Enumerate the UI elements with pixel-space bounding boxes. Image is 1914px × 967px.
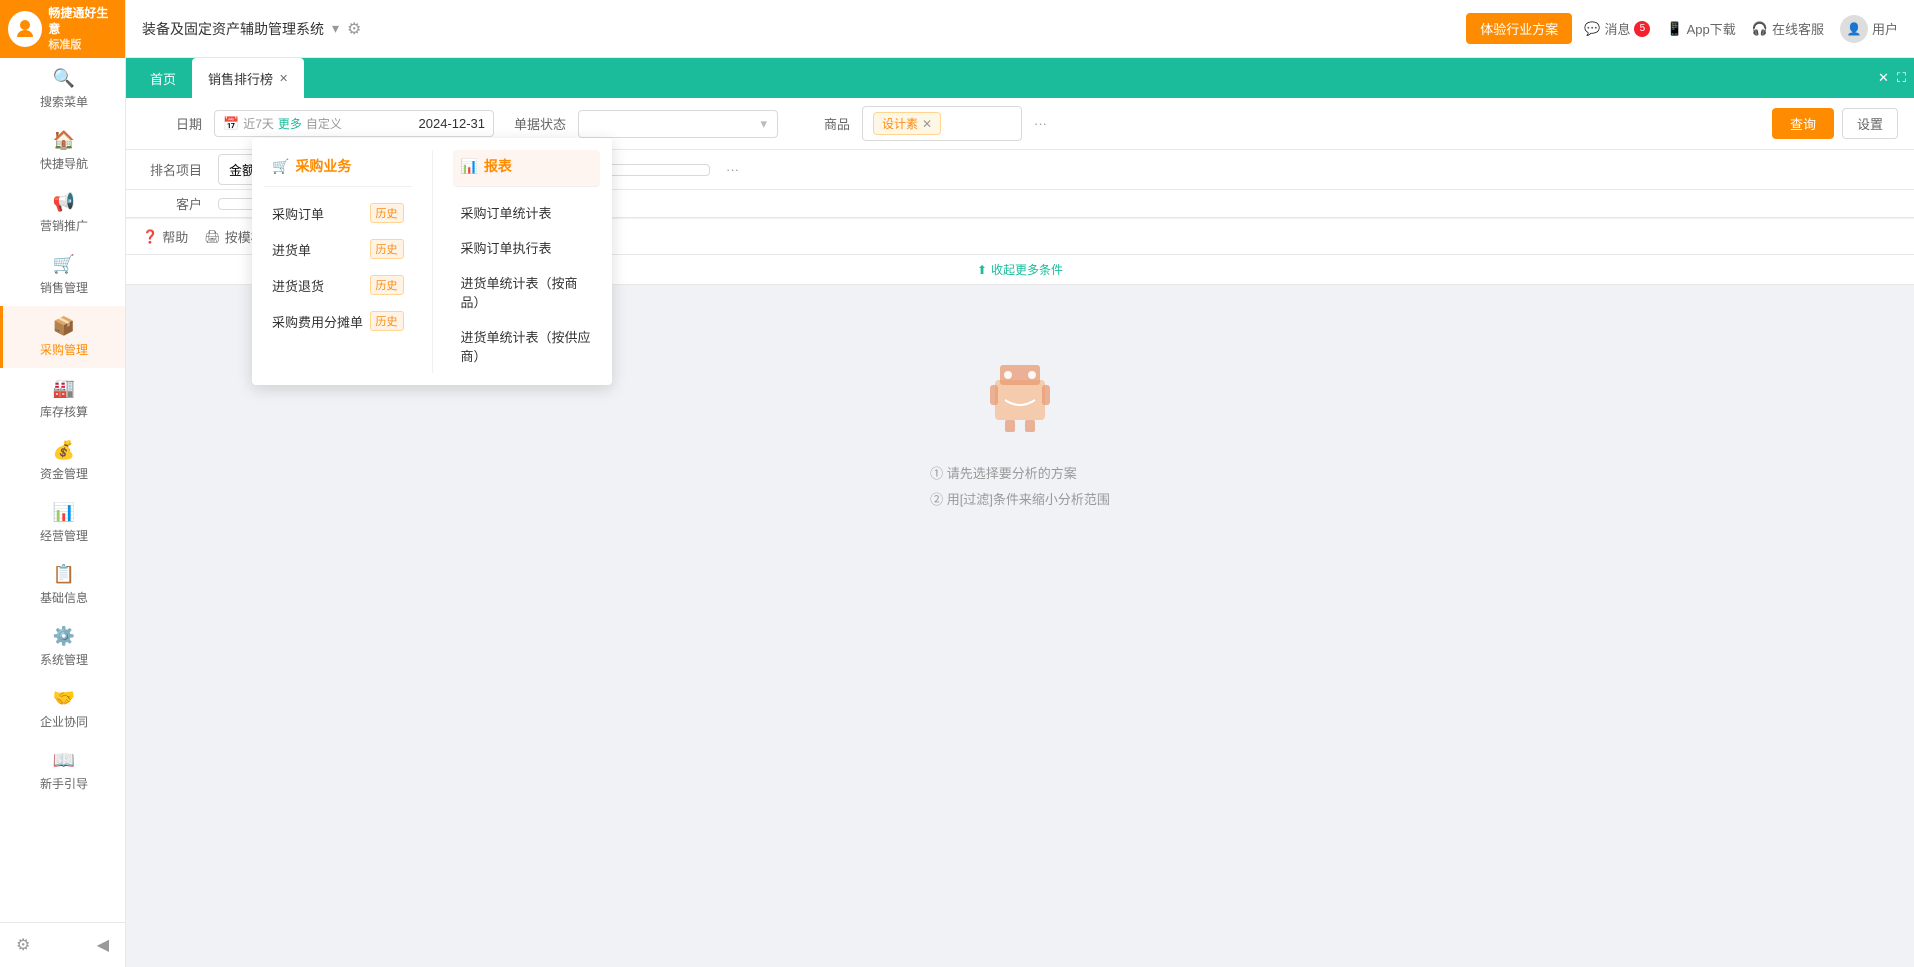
message-icon: 💬: [1584, 21, 1600, 37]
tab-bar: 首页 销售排行榜 ✕ ✕ ⛶: [126, 58, 1914, 98]
marketing-icon: 📢: [53, 192, 75, 213]
incoming-stats-supplier-item[interactable]: 进货单统计表（按供应商）: [453, 319, 601, 373]
settings-icon[interactable]: ⚙: [347, 19, 361, 39]
setting-btn[interactable]: 设置: [1842, 108, 1898, 139]
history-badge-2: 历史: [370, 275, 404, 295]
phone-icon: 📱: [1666, 21, 1682, 37]
sidebar-item-search[interactable]: 🔍 搜索菜单: [0, 58, 125, 120]
sidebar-item-sales[interactable]: 🛒 销售管理: [0, 244, 125, 306]
history-badge-0: 历史: [370, 203, 404, 223]
history-badge-3: 历史: [370, 311, 404, 331]
tab-close-icon[interactable]: ✕: [279, 72, 288, 85]
sidebar-menu: 🔍 搜索菜单 🏠 快捷导航 📢 营销推广 🛒 销售管理 📦 采购管理 🏭 库存核…: [0, 58, 125, 922]
top-bar: 装备及固定资产辅助管理系统 ▾ ⚙ 体验行业方案 💬 消息 5 📱 App下载 …: [126, 0, 1914, 58]
footer-collapse-btn[interactable]: ◀: [97, 935, 109, 955]
purchase-order-item[interactable]: 采购订单 历史: [264, 195, 412, 231]
empty-tips: 请先选择要分析的方案 用[过滤]条件来缩小分析范围: [930, 461, 1110, 513]
goods-tag-close[interactable]: ✕: [922, 117, 932, 131]
collapse-icon: ⬆: [977, 263, 987, 277]
doc-status-select[interactable]: ▾: [578, 110, 778, 138]
purchase-section-header: 🛒 采购业务: [264, 150, 412, 187]
online-service-action[interactable]: 🎧 在线客服: [1752, 19, 1824, 38]
system-icon: ⚙️: [53, 626, 75, 647]
tab-expand-icon[interactable]: ⛶: [1897, 70, 1906, 86]
help-icon: ❓: [142, 229, 158, 245]
sidebar-item-purchase[interactable]: 📦 采购管理: [0, 306, 125, 368]
print-icon: 🖨: [204, 229, 221, 245]
content-area: 日期 📅 近7天 更多 自定义 2024-12-31 单据状态 ▾: [126, 98, 1914, 967]
sidebar-footer: ⚙ ◀: [0, 922, 125, 967]
basic-icon: 📋: [53, 564, 75, 585]
goods-label: 商品: [790, 114, 850, 133]
doc-status-label: 单据状态: [506, 114, 566, 133]
help-btn[interactable]: ❓ 帮助: [142, 227, 188, 246]
inventory-icon: 🏭: [53, 378, 75, 399]
message-action[interactable]: 💬 消息 5: [1584, 19, 1650, 38]
purchase-dropdown-menu: 🛒 采购业务 采购订单 历史 进货单 历史 进货退货 历史: [252, 138, 612, 385]
topbar-actions: 💬 消息 5 📱 App下载 🎧 在线客服 👤 用户: [1584, 15, 1898, 43]
dropdown-col-report: 📊 报表 采购订单统计表 采购订单执行表 进货单统计表（按商品） 进货单统计表（…: [441, 150, 613, 373]
sidebar-item-basic[interactable]: 📋 基础信息: [0, 554, 125, 616]
purchase-icon: 📦: [53, 316, 75, 337]
logo-text: 畅捷通好生意 标准版: [48, 5, 117, 54]
sales-icon: 🛒: [53, 254, 75, 275]
salesman-more-btn[interactable]: ···: [726, 162, 739, 177]
goods-tag: 设计素 ✕: [873, 112, 941, 135]
logo-icon: [8, 11, 42, 47]
industry-btn[interactable]: 体验行业方案: [1466, 13, 1572, 44]
sidebar-item-inventory[interactable]: 🏭 库存核算: [0, 368, 125, 430]
avatar: 👤: [1840, 15, 1868, 43]
tab-close-all-icon[interactable]: ✕: [1878, 70, 1889, 86]
search-btn[interactable]: 查询: [1772, 108, 1834, 139]
search-icon: 🔍: [53, 68, 75, 89]
goods-input[interactable]: 设计素 ✕: [862, 106, 1022, 141]
goods-more-btn[interactable]: ···: [1034, 116, 1047, 131]
customer-label: 客户: [142, 194, 202, 213]
history-badge-1: 历史: [370, 239, 404, 259]
sidebar-item-enterprise[interactable]: 🤝 企业协同: [0, 678, 125, 740]
tab-bar-end: ✕ ⛶: [1878, 70, 1906, 86]
sidebar-item-system[interactable]: ⚙️ 系统管理: [0, 616, 125, 678]
operation-icon: 📊: [53, 502, 75, 523]
filter-main-row: 日期 📅 近7天 更多 自定义 2024-12-31 单据状态 ▾: [142, 106, 1756, 141]
purchase-order-stats-item[interactable]: 采购订单统计表: [453, 195, 601, 230]
sidebar: 畅捷通好生意 标准版 🔍 搜索菜单 🏠 快捷导航 📢 营销推广 🛒 销售管理 📦…: [0, 0, 126, 967]
enterprise-icon: 🤝: [53, 688, 75, 709]
rank-label: 排名项目: [142, 160, 202, 179]
menu-divider: [432, 150, 433, 373]
sidebar-item-quicknav[interactable]: 🏠 快捷导航: [0, 120, 125, 182]
guide-icon: 📖: [53, 750, 75, 771]
report-section-icon: 📊: [461, 158, 478, 175]
date-label: 日期: [142, 114, 202, 133]
title-dropdown-icon[interactable]: ▾: [332, 20, 339, 37]
purchase-section-icon: 🛒: [272, 158, 289, 175]
purchase-cost-item[interactable]: 采购费用分摊单 历史: [264, 303, 412, 339]
dropdown-col-purchase: 🛒 采购业务 采购订单 历史 进货单 历史 进货退货 历史: [252, 150, 424, 373]
sidebar-item-operation[interactable]: 📊 经营管理: [0, 492, 125, 554]
main-content: 装备及固定资产辅助管理系统 ▾ ⚙ 体验行业方案 💬 消息 5 📱 App下载 …: [126, 0, 1914, 967]
home-icon: 🏠: [53, 130, 75, 151]
report-section-header: 📊 报表: [453, 150, 601, 187]
purchase-order-exec-item[interactable]: 采购订单执行表: [453, 230, 601, 265]
system-title: 装备及固定资产辅助管理系统 ▾ ⚙: [142, 19, 1454, 39]
tab-home[interactable]: 首页: [134, 58, 192, 98]
incoming-order-item[interactable]: 进货单 历史: [264, 231, 412, 267]
finance-icon: 💰: [53, 440, 75, 461]
sidebar-item-marketing[interactable]: 📢 营销推广: [0, 182, 125, 244]
app-download-action[interactable]: 📱 App下载: [1666, 19, 1735, 38]
tab-sales-rank[interactable]: 销售排行榜 ✕: [192, 58, 304, 98]
sidebar-logo: 畅捷通好生意 标准版: [0, 0, 125, 58]
sidebar-item-guide[interactable]: 📖 新手引导: [0, 740, 125, 802]
footer-settings-btn[interactable]: ⚙: [16, 935, 30, 955]
dropdown-columns: 🛒 采购业务 采购订单 历史 进货单 历史 进货退货 历史: [252, 150, 612, 373]
user-action[interactable]: 👤 用户: [1840, 15, 1898, 43]
filter-actions: 查询 设置: [1772, 108, 1898, 139]
empty-illustration: [970, 345, 1070, 445]
return-goods-item[interactable]: 进货退货 历史: [264, 267, 412, 303]
sidebar-item-finance[interactable]: 💰 资金管理: [0, 430, 125, 492]
date-range-input[interactable]: 📅 近7天 更多 自定义 2024-12-31: [214, 110, 494, 137]
message-badge: 5: [1634, 21, 1650, 37]
headset-icon: 🎧: [1752, 21, 1768, 37]
incoming-stats-goods-item[interactable]: 进货单统计表（按商品）: [453, 265, 601, 319]
